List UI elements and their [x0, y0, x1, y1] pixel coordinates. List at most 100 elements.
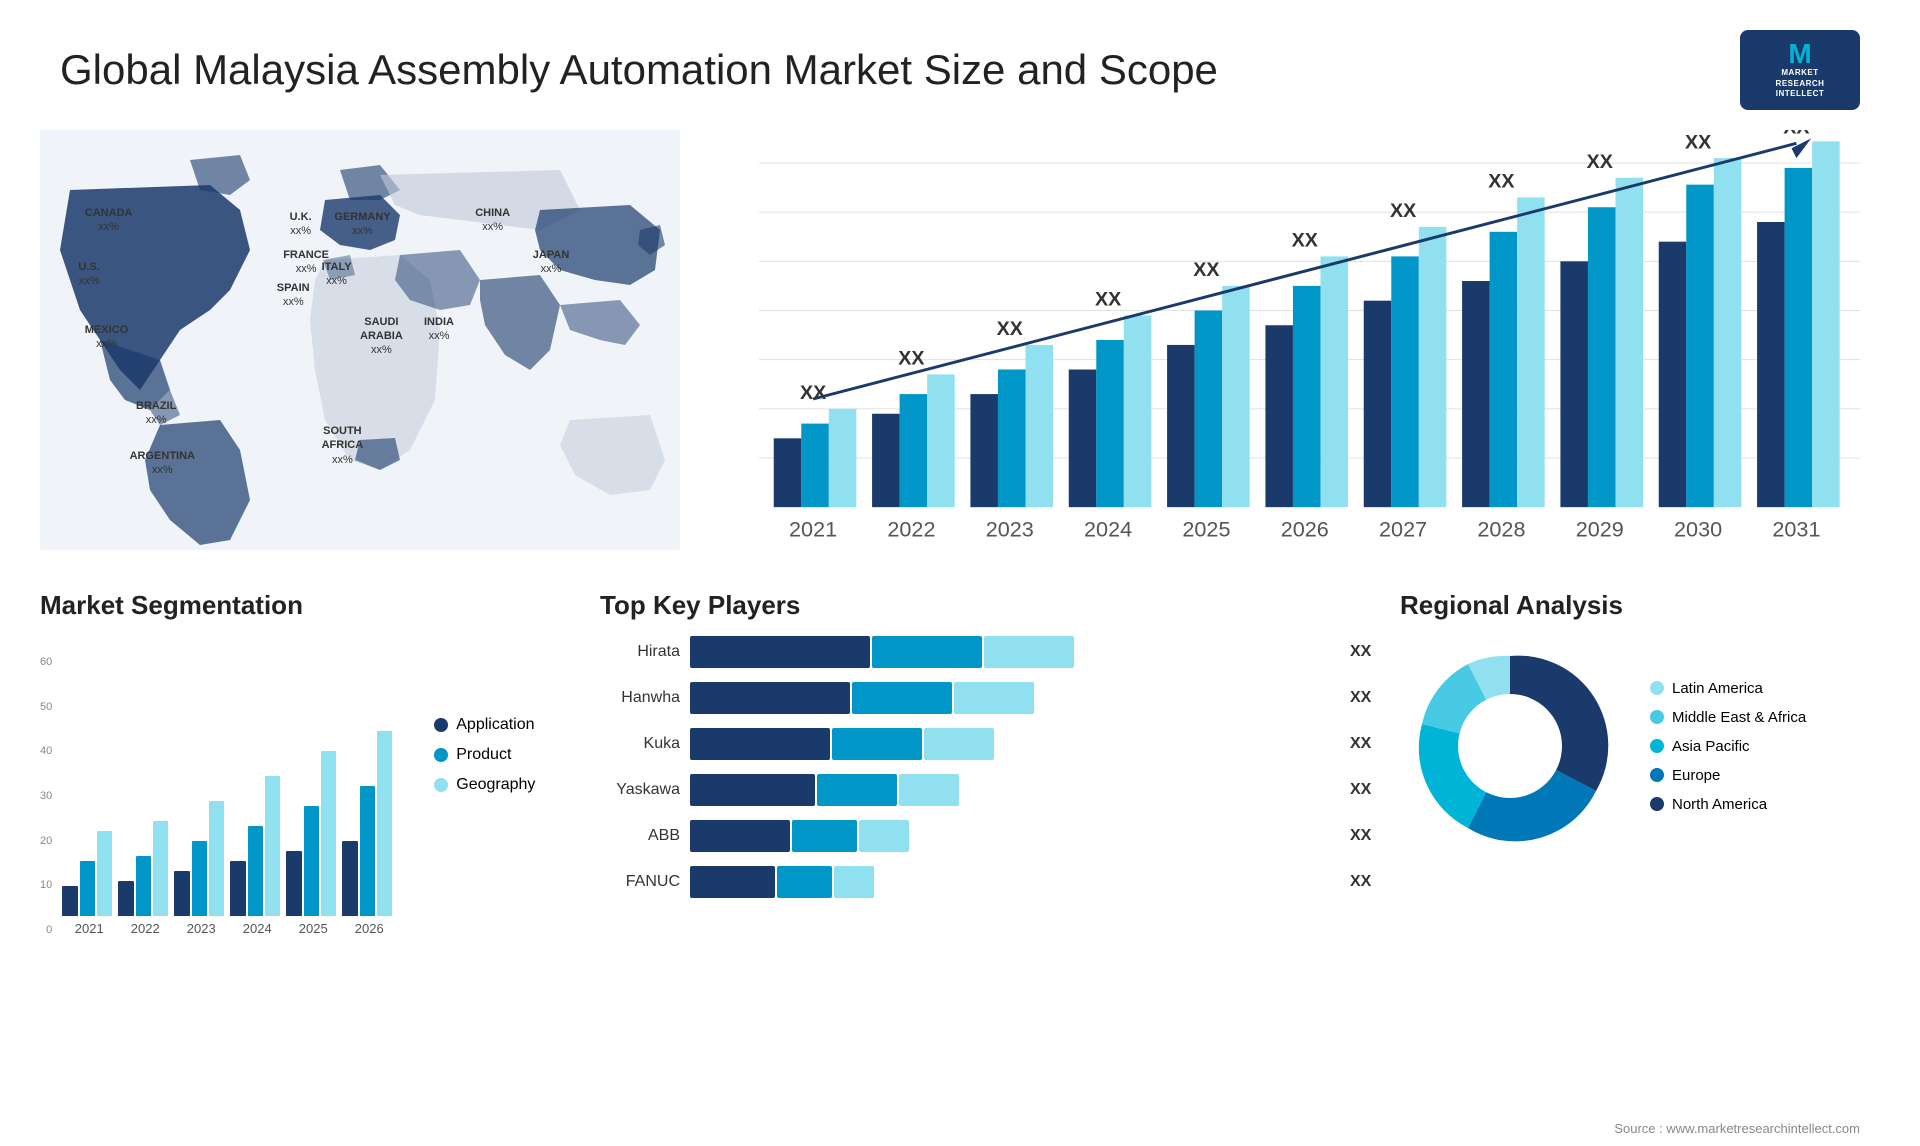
svg-text:XX: XX	[1292, 230, 1318, 252]
seg-prod-2024	[248, 826, 263, 916]
reg-label-northam: North America	[1672, 796, 1767, 813]
seg-app-2021	[62, 886, 77, 916]
player-value-kuka: XX	[1350, 735, 1380, 753]
hirata-seg1	[690, 636, 870, 668]
player-value-yaskawa: XX	[1350, 781, 1380, 799]
svg-text:XX: XX	[1587, 151, 1613, 173]
map-label-china: CHINAxx%	[475, 206, 510, 235]
player-hirata: Hirata XX	[600, 636, 1380, 668]
legend-label-application: Application	[456, 716, 534, 734]
legend-dot-product	[434, 748, 448, 762]
regional-legend: Latin America Middle East & Africa Asia …	[1650, 680, 1806, 813]
segmentation-section: Market Segmentation 60 50 40 30 20 10 0	[40, 590, 580, 1010]
reg-label-europe: Europe	[1672, 767, 1720, 784]
legend-label-geography: Geography	[456, 776, 535, 794]
seg-bar-2025	[286, 751, 336, 916]
reg-dot-apac	[1650, 739, 1664, 753]
seg-xlabel-2025: 2025	[288, 921, 338, 936]
seg-xlabel-2024: 2024	[232, 921, 282, 936]
player-name-kuka: Kuka	[600, 735, 680, 753]
seg-bar-2024	[230, 776, 280, 916]
player-name-abb: ABB	[600, 827, 680, 845]
svg-text:2031: 2031	[1772, 517, 1820, 542]
player-name-hirata: Hirata	[600, 643, 680, 661]
yaskawa-seg1	[690, 774, 815, 806]
hanwha-seg1	[690, 682, 850, 714]
player-kuka: Kuka XX	[600, 728, 1380, 760]
map-label-southafrica: SOUTHAFRICAxx%	[322, 424, 364, 467]
map-label-canada: CANADAxx%	[85, 206, 133, 235]
abb-seg3	[859, 820, 909, 852]
legend-geography: Geography	[434, 776, 535, 794]
hirata-seg2	[872, 636, 982, 668]
bar-chart-section: 2021 XX 2022 XX 2023 XX	[700, 130, 1880, 560]
player-abb: ABB XX	[600, 820, 1380, 852]
seg-prod-2021	[80, 861, 95, 916]
hanwha-seg2	[852, 682, 952, 714]
legend-application: Application	[434, 716, 535, 734]
svg-text:XX: XX	[1488, 171, 1514, 193]
map-container: CANADAxx% U.S.xx% MEXICOxx% BRAZILxx% AR…	[40, 130, 680, 550]
player-yaskawa: Yaskawa XX	[600, 774, 1380, 806]
svg-text:XX: XX	[800, 382, 826, 404]
player-hanwha: Hanwha XX	[600, 682, 1380, 714]
logo-letter: M	[1788, 40, 1811, 68]
hirata-seg3	[984, 636, 1074, 668]
player-bar-hirata	[690, 636, 1340, 668]
map-label-saudi: SAUDIARABIAxx%	[360, 315, 403, 358]
bottom-row: Market Segmentation 60 50 40 30 20 10 0	[40, 590, 1880, 1010]
seg-app-2024	[230, 861, 245, 916]
seg-x-labels: 2021 2022 2023 2024 2025 2026	[62, 921, 394, 936]
player-name-yaskawa: Yaskawa	[600, 781, 680, 799]
reg-label-latin: Latin America	[1672, 680, 1763, 697]
map-label-mexico: MEXICOxx%	[85, 323, 128, 352]
kuka-seg3	[924, 728, 994, 760]
seg-app-2025	[286, 851, 301, 916]
seg-xlabel-2021: 2021	[64, 921, 114, 936]
player-name-hanwha: Hanwha	[600, 689, 680, 707]
seg-geo-2025	[321, 751, 336, 916]
reg-legend-apac: Asia Pacific	[1650, 738, 1806, 755]
legend-product: Product	[434, 746, 535, 764]
svg-text:2030: 2030	[1674, 517, 1722, 542]
logo-text: MARKET RESEARCH INTELLECT	[1776, 68, 1825, 99]
seg-bars	[62, 636, 394, 916]
legend-dot-application	[434, 718, 448, 732]
seg-geo-2024	[265, 776, 280, 916]
main-content: CANADAxx% U.S.xx% MEXICOxx% BRAZILxx% AR…	[0, 130, 1920, 1010]
reg-label-apac: Asia Pacific	[1672, 738, 1750, 755]
map-label-india: INDIAxx%	[424, 315, 454, 344]
seg-chart-wrapper: 60 50 40 30 20 10 0	[40, 636, 580, 936]
svg-text:2021: 2021	[789, 517, 837, 542]
seg-app-2022	[118, 881, 133, 916]
seg-bar-2022	[118, 821, 168, 916]
hanwha-seg3	[954, 682, 1034, 714]
yaskawa-seg3	[899, 774, 959, 806]
svg-text:2027: 2027	[1379, 517, 1427, 542]
map-label-italy: ITALYxx%	[322, 260, 352, 289]
player-bar-hanwha	[690, 682, 1340, 714]
seg-app-2026	[342, 841, 357, 916]
svg-text:2025: 2025	[1182, 517, 1230, 542]
player-fanuc: FANUC XX	[600, 866, 1380, 898]
player-name-fanuc: FANUC	[600, 873, 680, 891]
seg-geo-2022	[153, 821, 168, 916]
map-label-germany: GERMANYxx%	[334, 210, 390, 239]
player-value-fanuc: XX	[1350, 873, 1380, 891]
map-label-argentina: ARGENTINAxx%	[130, 449, 195, 478]
abb-seg2	[792, 820, 857, 852]
bar-chart-container: 2021 XX 2022 XX 2023 XX	[700, 130, 1880, 550]
map-label-japan: JAPANxx%	[533, 248, 569, 277]
map-label-uk: U.K.xx%	[290, 210, 312, 239]
seg-xlabel-2026: 2026	[344, 921, 394, 936]
fanuc-seg1	[690, 866, 775, 898]
top-row: CANADAxx% U.S.xx% MEXICOxx% BRAZILxx% AR…	[40, 130, 1880, 560]
seg-bars-col: 2021 2022 2023 2024 2025 2026	[62, 636, 394, 936]
fanuc-seg2	[777, 866, 832, 898]
player-bar-fanuc	[690, 866, 1340, 898]
player-value-abb: XX	[1350, 827, 1380, 845]
seg-bar-2021	[62, 831, 112, 916]
svg-text:XX: XX	[1685, 131, 1711, 153]
svg-text:XX: XX	[1783, 130, 1809, 139]
player-bar-kuka	[690, 728, 1340, 760]
